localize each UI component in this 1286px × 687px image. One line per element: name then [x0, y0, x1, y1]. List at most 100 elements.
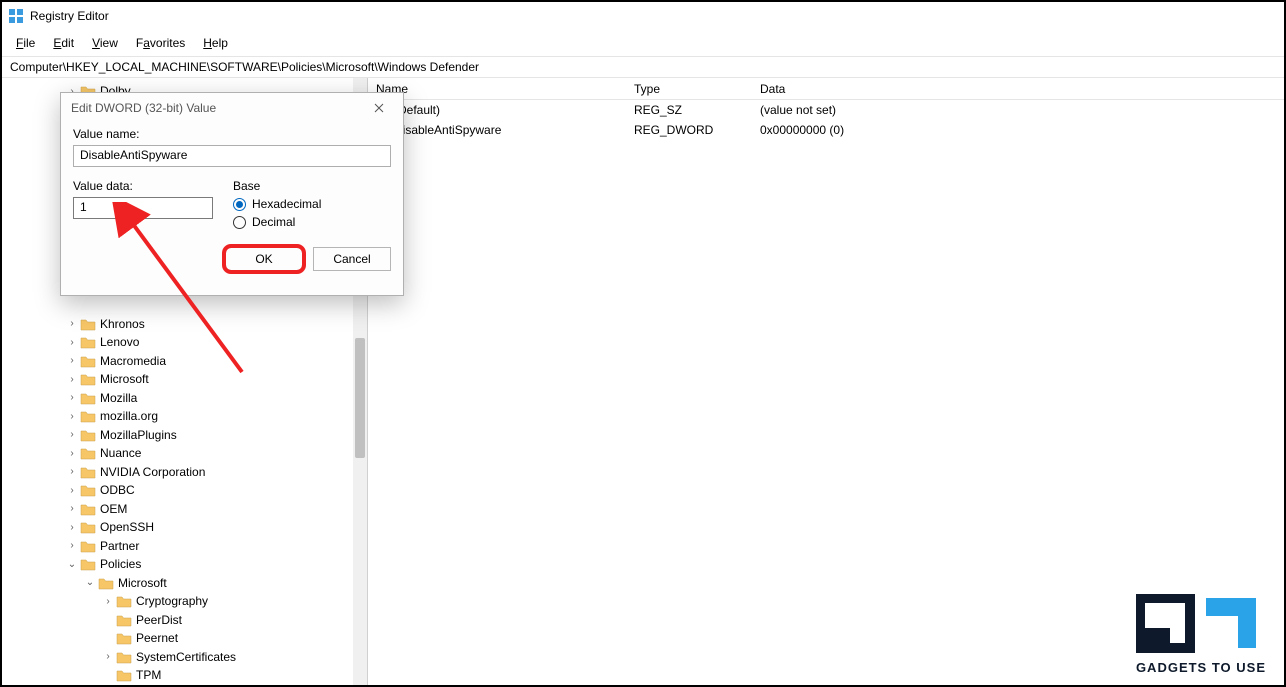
- tree-item[interactable]: ›Partner: [2, 537, 367, 556]
- tree-item-label: PeerDist: [136, 613, 182, 627]
- base-group-label: Base: [233, 179, 391, 193]
- tree-item-label: Microsoft: [100, 372, 149, 386]
- tree-item[interactable]: › Nuance: [2, 444, 367, 463]
- chevron-icon[interactable]: ›: [66, 411, 78, 422]
- tree-item-label: Microsoft: [118, 576, 167, 590]
- folder-icon: [80, 502, 96, 516]
- dialog-close-button[interactable]: [365, 97, 393, 119]
- tree-item[interactable]: › mozilla.org: [2, 407, 367, 426]
- chevron-icon[interactable]: ›: [102, 651, 114, 662]
- chevron-icon[interactable]: ›: [66, 337, 78, 348]
- folder-icon: [116, 668, 132, 682]
- tree-item-label: OEM: [100, 502, 127, 516]
- col-data[interactable]: Data: [752, 82, 1284, 96]
- cell-data: (value not set): [752, 103, 1284, 117]
- tree-item-label: mozilla.org: [100, 409, 158, 423]
- folder-icon: [80, 465, 96, 479]
- tree-item-label: Mozilla: [100, 391, 137, 405]
- menu-help[interactable]: Help: [195, 33, 236, 53]
- tree-item-label: NVIDIA Corporation: [100, 465, 205, 479]
- cell-type: REG_SZ: [626, 103, 752, 117]
- chevron-icon[interactable]: ›: [66, 522, 78, 533]
- tree-item-label: Lenovo: [100, 335, 139, 349]
- watermark-logo: [1136, 594, 1266, 658]
- chevron-icon[interactable]: ›: [66, 503, 78, 514]
- menu-edit[interactable]: Edit: [45, 33, 82, 53]
- chevron-icon[interactable]: ›: [66, 448, 78, 459]
- tree-item-label: Policies: [100, 557, 141, 571]
- value-name-label: Value name:: [73, 127, 391, 141]
- value-name-field[interactable]: DisableAntiSpyware: [73, 145, 391, 167]
- chevron-icon[interactable]: ›: [66, 540, 78, 551]
- tree-item-label: Peernet: [136, 631, 178, 645]
- edit-dword-dialog: Edit DWORD (32-bit) Value Value name: Di…: [60, 92, 404, 296]
- tree-item[interactable]: › OEM: [2, 500, 367, 519]
- registry-editor-window: Registry Editor File Edit View Favorites…: [0, 0, 1286, 687]
- tree-item[interactable]: › SystemCertificates: [2, 648, 367, 667]
- tree-item[interactable]: › Mozilla: [2, 389, 367, 408]
- folder-icon: [80, 428, 96, 442]
- folder-icon: [116, 613, 132, 627]
- folder-icon: [98, 576, 114, 590]
- folder-icon: [80, 483, 96, 497]
- chevron-icon[interactable]: ›: [66, 485, 78, 496]
- window-title: Registry Editor: [30, 9, 109, 23]
- chevron-icon[interactable]: ⌄: [66, 559, 78, 570]
- chevron-icon[interactable]: ›: [66, 429, 78, 440]
- tree-item[interactable]: ⌄ Policies: [2, 555, 367, 574]
- radio-hexadecimal[interactable]: Hexadecimal: [233, 197, 391, 211]
- chevron-icon[interactable]: ›: [66, 392, 78, 403]
- radio-hex-input[interactable]: [233, 198, 246, 211]
- folder-icon: [116, 650, 132, 664]
- tree-item[interactable]: › Microsoft: [2, 370, 367, 389]
- regedit-icon: [8, 8, 24, 24]
- chevron-icon[interactable]: ⌄: [84, 577, 96, 588]
- tree-item[interactable]: ›Macromedia: [2, 352, 367, 371]
- tree-item[interactable]: ⌄ Microsoft: [2, 574, 367, 593]
- list-body: ab(Default)REG_SZ(value not set)011Disab…: [368, 100, 1284, 140]
- address-bar[interactable]: Computer\HKEY_LOCAL_MACHINE\SOFTWARE\Pol…: [2, 56, 1284, 78]
- tree-item[interactable]: ›Windows: [2, 685, 367, 686]
- list-row[interactable]: ab(Default)REG_SZ(value not set): [368, 100, 1284, 120]
- col-name[interactable]: Name: [368, 82, 626, 96]
- chevron-icon[interactable]: ›: [102, 596, 114, 607]
- value-data-field[interactable]: 1: [73, 197, 213, 219]
- folder-icon: [80, 317, 96, 331]
- close-icon: [374, 103, 384, 113]
- ok-button[interactable]: OK: [225, 247, 303, 271]
- radio-dec-input[interactable]: [233, 216, 246, 229]
- chevron-icon[interactable]: ›: [66, 355, 78, 366]
- tree-item[interactable]: Peernet: [2, 629, 367, 648]
- tree-item-label: TPM: [136, 668, 161, 682]
- cell-name: 011DisableAntiSpyware: [368, 123, 626, 138]
- tree-item[interactable]: › Lenovo: [2, 333, 367, 352]
- radio-decimal[interactable]: Decimal: [233, 215, 391, 229]
- folder-icon: [80, 446, 96, 460]
- list-row[interactable]: 011DisableAntiSpywareREG_DWORD0x00000000…: [368, 120, 1284, 140]
- tree-item[interactable]: TPM: [2, 666, 367, 685]
- watermark-text: GADGETS TO USE: [1136, 660, 1266, 675]
- tree-item[interactable]: PeerDist: [2, 611, 367, 630]
- cell-type: REG_DWORD: [626, 123, 752, 137]
- cancel-button[interactable]: Cancel: [313, 247, 391, 271]
- tree-item-label: SystemCertificates: [136, 650, 236, 664]
- chevron-icon[interactable]: ›: [66, 318, 78, 329]
- menu-favorites[interactable]: Favorites: [128, 33, 193, 53]
- tree-item[interactable]: › NVIDIA Corporation: [2, 463, 367, 482]
- folder-icon: [80, 409, 96, 423]
- col-type[interactable]: Type: [626, 82, 752, 96]
- tree-item[interactable]: ›Cryptography: [2, 592, 367, 611]
- tree-item-label: Nuance: [100, 446, 141, 460]
- chevron-icon[interactable]: ›: [66, 466, 78, 477]
- menu-file[interactable]: File: [8, 33, 43, 53]
- scrollbar-thumb[interactable]: [355, 338, 365, 458]
- menu-view[interactable]: View: [84, 33, 126, 53]
- tree-item[interactable]: ›ODBC: [2, 481, 367, 500]
- tree-item[interactable]: ›MozillaPlugins: [2, 426, 367, 445]
- tree-item[interactable]: ›OpenSSH: [2, 518, 367, 537]
- chevron-icon[interactable]: ›: [66, 374, 78, 385]
- menubar: File Edit View Favorites Help: [2, 30, 1284, 56]
- folder-icon: [80, 520, 96, 534]
- radio-dec-label: Decimal: [252, 215, 295, 229]
- tree-item[interactable]: ›Khronos: [2, 315, 367, 334]
